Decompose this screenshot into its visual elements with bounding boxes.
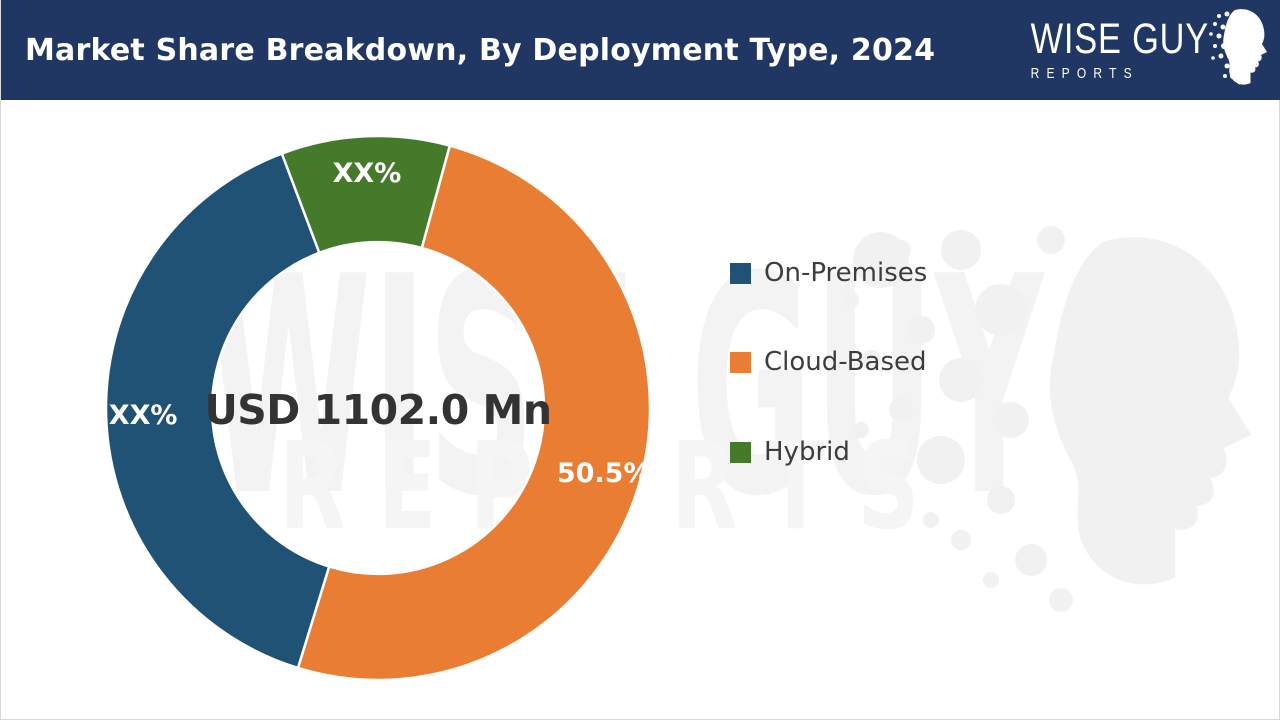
slice-label-hybrid: XX% [333,158,402,189]
logo-text: WISE GUY REPORTS [1030,15,1209,83]
slice-label-cloud-based: 50.5% [557,458,651,489]
legend-label-hybrid: Hybrid [764,437,850,467]
wiseguy-logo: WISE GUY REPORTS [986,4,1269,96]
legend-item-hybrid: Hybrid [730,437,850,467]
legend-label-on-premises: On-Premises [764,258,928,288]
legend-item-cloud-based: Cloud-Based [730,347,927,377]
logo-brand-subtitle: REPORTS [1030,65,1139,82]
legend-item-on-premises: On-Premises [730,258,927,288]
report-card: WISE GUY REPORTS Market Share Breakdown,… [0,0,1280,720]
slice-label-on-premises: XX% [109,400,178,431]
header-bar: Market Share Breakdown, By Deployment Ty… [1,0,1280,100]
logo-brand-name: WISE GUY [1030,15,1209,63]
page-title: Market Share Breakdown, By Deployment Ty… [25,32,936,68]
legend-swatch-on-premises [730,262,751,284]
chart-center-value: USD 1102.0 Mn [204,386,552,434]
legend-swatch-hybrid [730,441,751,463]
legend-label-cloud-based: Cloud-Based [764,347,927,377]
logo-face-icon [1209,9,1267,85]
legend-swatch-cloud-based [730,351,751,373]
